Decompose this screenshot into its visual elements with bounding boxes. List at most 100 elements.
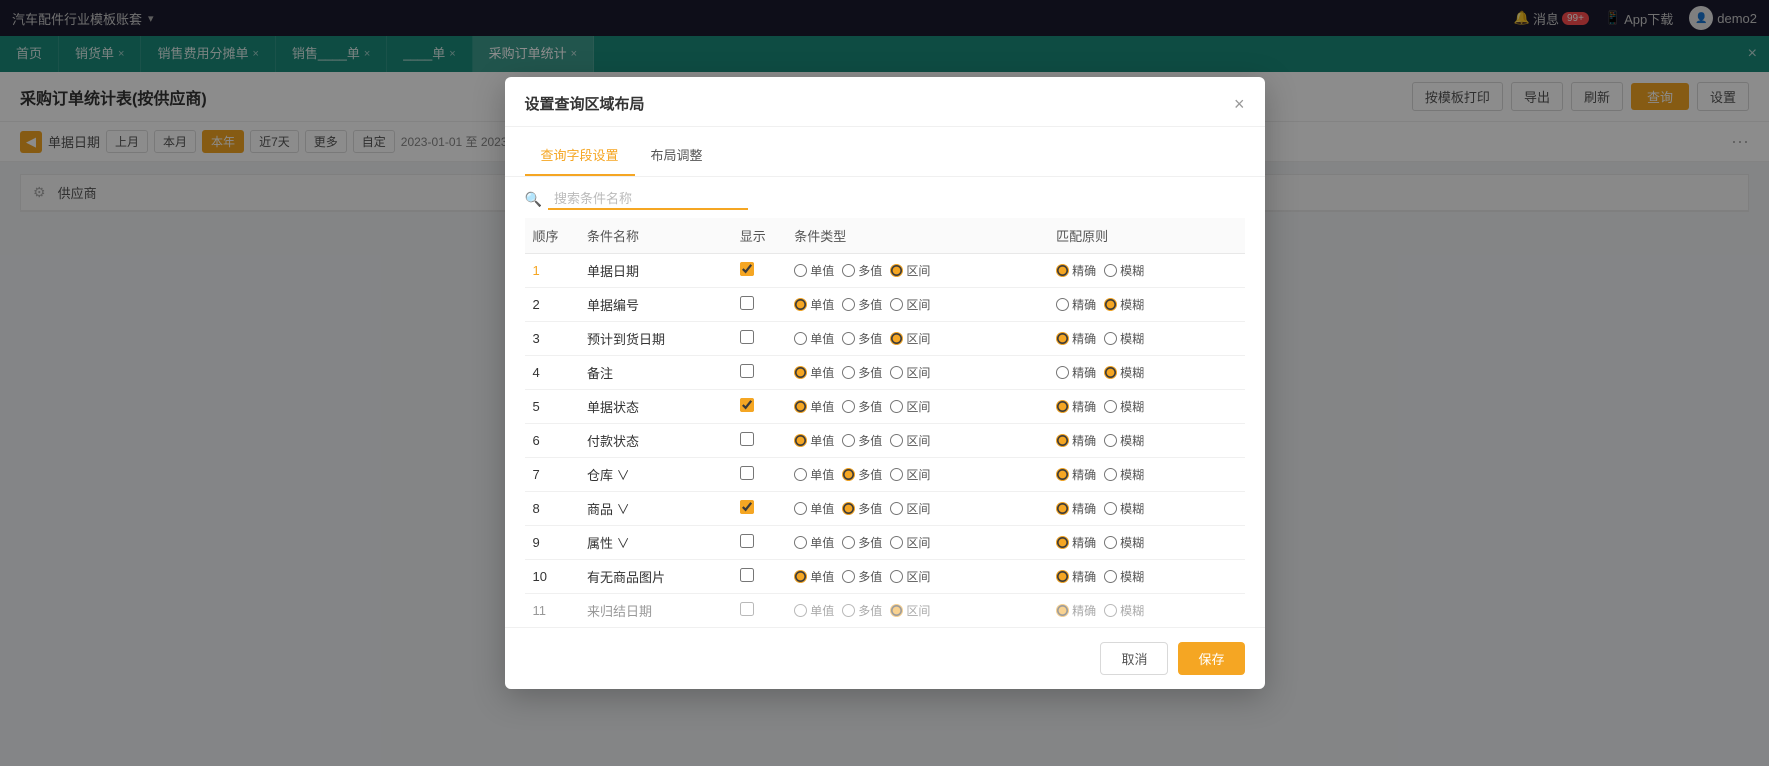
table-row: 2 单据编号 单值 多值 区间 精确 [525, 288, 1245, 322]
condition-name: 备注 [579, 356, 732, 390]
condition-name: 来归结日期 [579, 594, 732, 628]
type-multi-radio[interactable] [842, 604, 855, 617]
match-fuzzy-radio[interactable] [1104, 400, 1117, 413]
dialog-close-btn[interactable]: × [1234, 95, 1245, 113]
col-condition-type: 条件类型 [786, 218, 1048, 254]
condition-name: 商品 ∨ [579, 492, 732, 526]
type-range-radio[interactable] [890, 332, 903, 345]
row-order: 7 [533, 467, 540, 482]
display-checkbox[interactable] [740, 262, 754, 276]
type-multi-radio[interactable] [842, 400, 855, 413]
condition-name: 付款状态 [579, 424, 732, 458]
row-order: 2 [533, 297, 540, 312]
col-order: 顺序 [525, 218, 580, 254]
row-order: 4 [533, 365, 540, 380]
table-row: 4 备注 单值 多值 区间 精确 [525, 356, 1245, 390]
condition-name: 单据日期 [579, 254, 732, 288]
settings-dialog: 设置查询区域布局 × 查询字段设置 布局调整 🔍 顺序 条件名称 显示 条件类型 [505, 77, 1265, 689]
row-order: 5 [533, 399, 540, 414]
display-checkbox[interactable] [740, 432, 754, 446]
match-exact-radio[interactable] [1056, 570, 1069, 583]
match-fuzzy-radio[interactable] [1104, 366, 1117, 379]
row-order: 10 [533, 569, 547, 584]
display-checkbox[interactable] [740, 568, 754, 582]
display-checkbox[interactable] [740, 500, 754, 514]
match-exact-radio[interactable] [1056, 264, 1069, 277]
type-multi-radio[interactable] [842, 264, 855, 277]
type-multi-radio[interactable] [842, 298, 855, 311]
type-single-radio[interactable] [794, 502, 807, 515]
display-checkbox[interactable] [740, 534, 754, 548]
type-single-radio[interactable] [794, 468, 807, 481]
type-multi-radio[interactable] [842, 434, 855, 447]
type-single-radio[interactable] [794, 434, 807, 447]
type-range-radio[interactable] [890, 264, 903, 277]
type-single-radio[interactable] [794, 536, 807, 549]
type-single-radio[interactable] [794, 400, 807, 413]
match-exact-radio[interactable] [1056, 332, 1069, 345]
type-multi-radio[interactable] [842, 502, 855, 515]
row-order: 8 [533, 501, 540, 516]
match-exact-radio[interactable] [1056, 366, 1069, 379]
col-display: 显示 [732, 218, 787, 254]
match-fuzzy-radio[interactable] [1104, 434, 1117, 447]
match-exact-radio[interactable] [1056, 536, 1069, 549]
condition-search-input[interactable] [548, 189, 748, 210]
type-multi-radio[interactable] [842, 332, 855, 345]
match-exact-radio[interactable] [1056, 400, 1069, 413]
display-checkbox[interactable] [740, 466, 754, 480]
type-range-radio[interactable] [890, 570, 903, 583]
type-multi-radio[interactable] [842, 570, 855, 583]
display-checkbox[interactable] [740, 364, 754, 378]
cancel-button[interactable]: 取消 [1100, 642, 1168, 675]
type-single-radio[interactable] [794, 298, 807, 311]
table-row: 5 单据状态 单值 多值 区间 精确 [525, 390, 1245, 424]
type-range-radio[interactable] [890, 400, 903, 413]
display-checkbox[interactable] [740, 602, 754, 616]
type-multi-radio[interactable] [842, 536, 855, 549]
condition-name: 属性 ∨ [579, 526, 732, 560]
display-checkbox[interactable] [740, 398, 754, 412]
match-fuzzy-radio[interactable] [1104, 468, 1117, 481]
match-fuzzy-radio[interactable] [1104, 502, 1117, 515]
type-multi-radio[interactable] [842, 468, 855, 481]
table-row: 3 预计到货日期 单值 多值 区间 精确 [525, 322, 1245, 356]
type-range-radio[interactable] [890, 366, 903, 379]
display-checkbox[interactable] [740, 296, 754, 310]
match-fuzzy-radio[interactable] [1104, 536, 1117, 549]
match-exact-radio[interactable] [1056, 604, 1069, 617]
type-range-radio[interactable] [890, 434, 903, 447]
dialog-title: 设置查询区域布局 [525, 93, 645, 114]
type-range-radio[interactable] [890, 604, 903, 617]
row-order: 3 [533, 331, 540, 346]
type-range-radio[interactable] [890, 298, 903, 311]
table-row: 10 有无商品图片 单值 多值 区间 精确 [525, 560, 1245, 594]
save-button[interactable]: 保存 [1178, 642, 1244, 675]
type-single-radio[interactable] [794, 366, 807, 379]
match-fuzzy-radio[interactable] [1104, 332, 1117, 345]
condition-name: 单据状态 [579, 390, 732, 424]
match-fuzzy-radio[interactable] [1104, 264, 1117, 277]
condition-name: 仓库 ∨ [579, 458, 732, 492]
type-range-radio[interactable] [890, 468, 903, 481]
match-fuzzy-radio[interactable] [1104, 604, 1117, 617]
type-range-radio[interactable] [890, 536, 903, 549]
match-fuzzy-radio[interactable] [1104, 570, 1117, 583]
match-fuzzy-radio[interactable] [1104, 298, 1117, 311]
table-row: 1 单据日期 单值 多值 区间 精确 [525, 254, 1245, 288]
match-exact-radio[interactable] [1056, 434, 1069, 447]
tab-query-fields[interactable]: 查询字段设置 [525, 139, 635, 176]
type-single-radio[interactable] [794, 264, 807, 277]
match-exact-radio[interactable] [1056, 298, 1069, 311]
row-order: 1 [533, 263, 540, 278]
table-row: 7 仓库 ∨ 单值 多值 区间 精确 [525, 458, 1245, 492]
type-single-radio[interactable] [794, 570, 807, 583]
tab-layout-adjust[interactable]: 布局调整 [635, 139, 719, 176]
match-exact-radio[interactable] [1056, 468, 1069, 481]
display-checkbox[interactable] [740, 330, 754, 344]
type-single-radio[interactable] [794, 332, 807, 345]
type-single-radio[interactable] [794, 604, 807, 617]
match-exact-radio[interactable] [1056, 502, 1069, 515]
type-multi-radio[interactable] [842, 366, 855, 379]
type-range-radio[interactable] [890, 502, 903, 515]
